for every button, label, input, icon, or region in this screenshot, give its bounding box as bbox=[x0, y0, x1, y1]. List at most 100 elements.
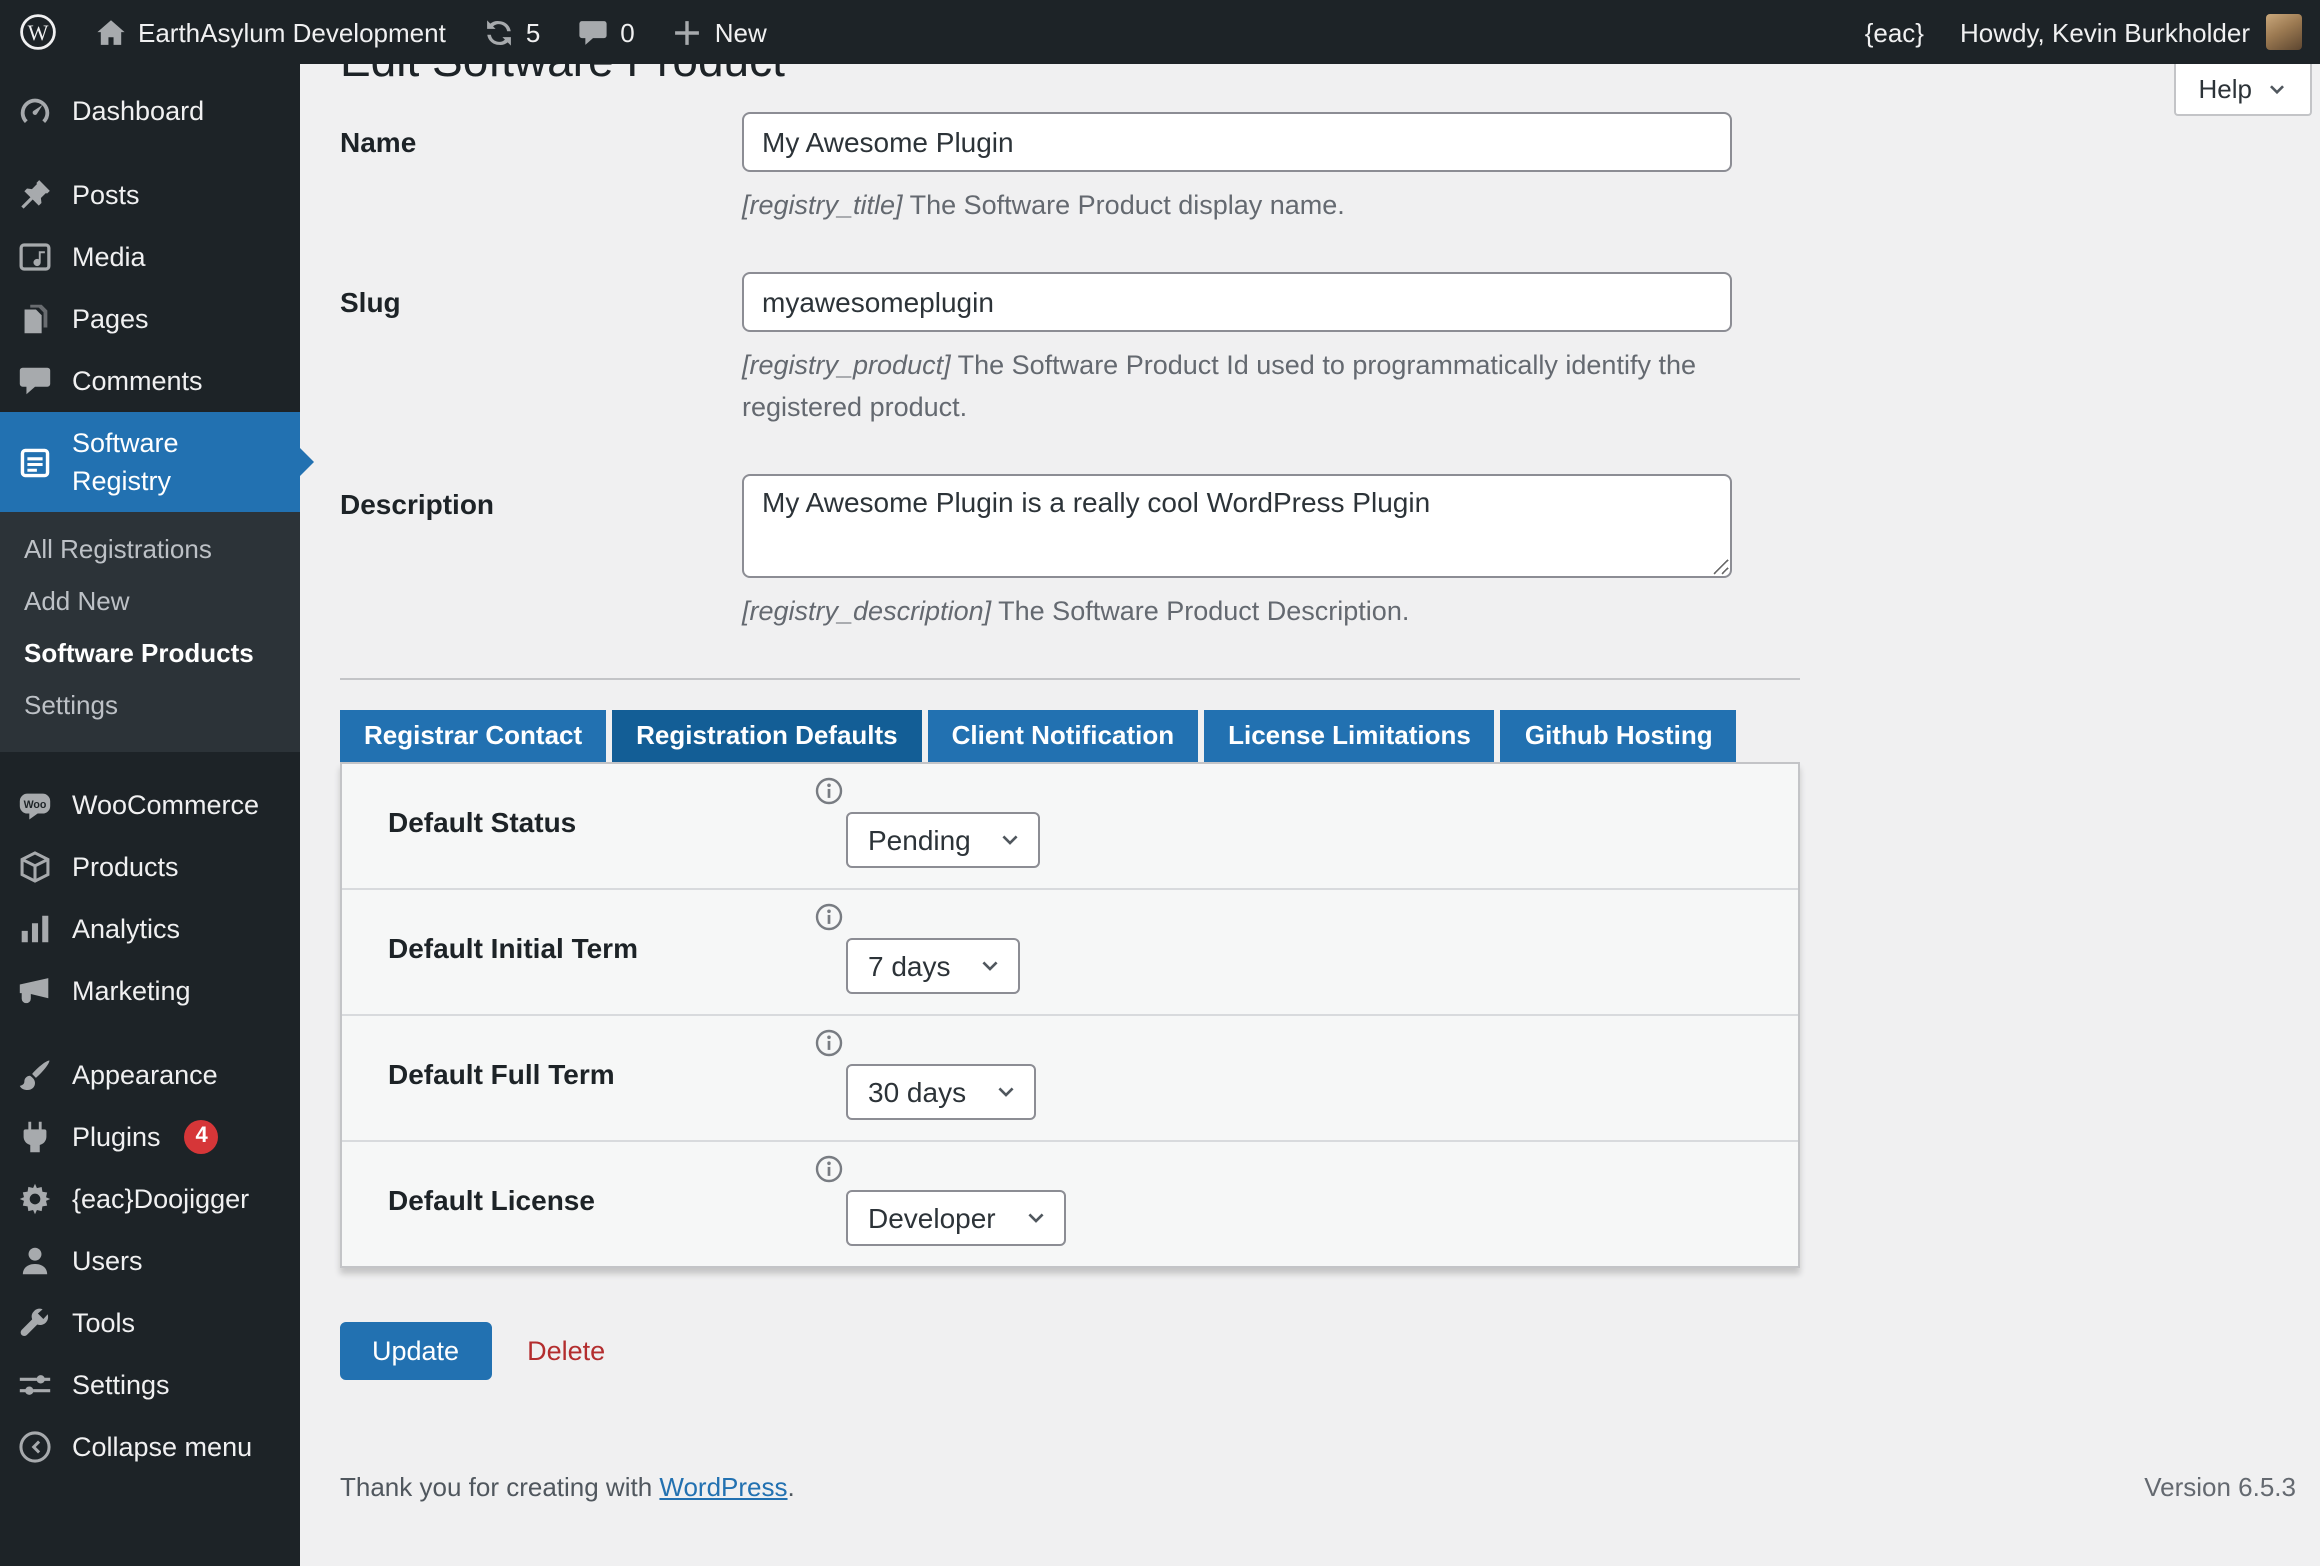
tab-license-limitations[interactable]: License Limitations bbox=[1204, 710, 1495, 762]
sidebar-item-users[interactable]: Users bbox=[0, 1230, 300, 1292]
products-box-icon bbox=[16, 848, 54, 886]
default-full-term-select[interactable]: 30 days bbox=[846, 1064, 1037, 1120]
sidebar-item-plugins[interactable]: Plugins 4 bbox=[0, 1106, 300, 1168]
info-icon[interactable] bbox=[814, 902, 844, 932]
submenu-item-label: Software Products bbox=[24, 638, 254, 668]
name-field-row: Name [registry_title] The Software Produ… bbox=[340, 112, 2296, 227]
sidebar-item-marketing[interactable]: Marketing bbox=[0, 960, 300, 1022]
sidebar-item-tools[interactable]: Tools bbox=[0, 1292, 300, 1354]
doojigger-gear-icon bbox=[16, 1180, 54, 1218]
tab-registration-defaults[interactable]: Registration Defaults bbox=[612, 710, 922, 762]
help-label: Help bbox=[2198, 74, 2253, 104]
admin-bar-left: W EarthAsylum Development 5 0 New bbox=[0, 0, 785, 64]
tab-client-notification[interactable]: Client Notification bbox=[927, 710, 1199, 762]
sidebar-item-appearance[interactable]: Appearance bbox=[0, 1044, 300, 1106]
default-status-select[interactable]: Pending bbox=[846, 812, 1041, 868]
default-initial-term-field: 7 days bbox=[815, 902, 1750, 994]
collapse-menu-button[interactable]: Collapse menu bbox=[0, 1416, 300, 1478]
my-account-menu[interactable]: Howdy, Kevin Burkholder bbox=[1942, 0, 2320, 64]
submenu-item-label: Add New bbox=[24, 586, 130, 616]
site-name-link[interactable]: EarthAsylum Development bbox=[76, 0, 464, 64]
sidebar-item-label: Marketing bbox=[72, 976, 191, 1006]
tab-github-hosting[interactable]: Github Hosting bbox=[1500, 710, 1737, 762]
sidebar-item-posts[interactable]: Posts bbox=[0, 164, 300, 226]
description-field-row: Description My Awesome Plugin is a reall… bbox=[340, 473, 2296, 633]
default-full-term-label: Default Full Term bbox=[388, 1058, 615, 1090]
sidebar-item-label: Tools bbox=[72, 1308, 136, 1338]
sidebar-item-products[interactable]: Products bbox=[0, 836, 300, 898]
collapse-arrow-icon bbox=[16, 1428, 54, 1466]
sidebar-item-settings[interactable]: Settings bbox=[0, 1354, 300, 1416]
default-initial-term-select[interactable]: 7 days bbox=[846, 938, 1021, 994]
info-icon[interactable] bbox=[814, 1154, 844, 1184]
slug-field-row: Slug [registry_product] The Software Pro… bbox=[340, 272, 2296, 428]
sidebar-item-label: {eac}Doojigger bbox=[72, 1184, 250, 1214]
updates-icon bbox=[482, 15, 516, 49]
eac-menu[interactable]: {eac} bbox=[1847, 0, 1942, 64]
slug-input[interactable] bbox=[742, 272, 1732, 333]
update-button[interactable]: Update bbox=[340, 1322, 492, 1380]
posts-pin-icon bbox=[16, 176, 54, 214]
sidebar-item-dashboard[interactable]: Dashboard bbox=[0, 80, 300, 142]
tab-registrar-contact[interactable]: Registrar Contact bbox=[340, 710, 607, 762]
sidebar-item-label: Collapse menu bbox=[72, 1432, 253, 1462]
name-label: Name bbox=[340, 126, 417, 158]
default-status-label: Default Status bbox=[388, 806, 577, 838]
sidebar-item-pages[interactable]: Pages bbox=[0, 288, 300, 350]
help-tab[interactable]: Help bbox=[2174, 64, 2312, 116]
updates-link[interactable]: 5 bbox=[464, 0, 558, 64]
sidebar-item-eac-doojigger[interactable]: {eac}Doojigger bbox=[0, 1168, 300, 1230]
slug-hint: [registry_product] The Software Product … bbox=[742, 350, 1696, 422]
default-status-row: Default Status Pending bbox=[342, 764, 1798, 888]
submenu-item-add-new[interactable]: Add New bbox=[0, 576, 300, 628]
description-hint: [registry_description] The Software Prod… bbox=[742, 595, 1410, 626]
name-input[interactable] bbox=[742, 112, 1732, 172]
default-full-term-row: Default Full Term 30 days bbox=[342, 1014, 1798, 1140]
sidebar-item-media[interactable]: Media bbox=[0, 226, 300, 288]
settings-tabs: Registrar Contact Registration Defaults … bbox=[340, 710, 1800, 762]
chevron-down-icon bbox=[2266, 78, 2288, 100]
admin-menu-sidebar: Dashboard Posts Media Pages Comments Sof… bbox=[0, 64, 314, 1566]
eac-label: {eac} bbox=[1864, 17, 1924, 47]
delete-link[interactable]: Delete bbox=[527, 1336, 605, 1366]
name-hint: [registry_title] The Software Product di… bbox=[742, 190, 1345, 220]
sidebar-item-label: Dashboard bbox=[72, 96, 205, 126]
submenu-item-settings[interactable]: Settings bbox=[0, 680, 300, 732]
sidebar-item-label: Media bbox=[72, 242, 146, 272]
home-icon bbox=[94, 15, 128, 49]
description-field: My Awesome Plugin is a really cool WordP… bbox=[742, 473, 2296, 633]
info-icon[interactable] bbox=[814, 1028, 844, 1058]
appearance-brush-icon bbox=[16, 1056, 54, 1094]
submenu-item-all-registrations[interactable]: All Registrations bbox=[0, 524, 300, 576]
sidebar-item-label: Analytics bbox=[72, 914, 181, 944]
footer-version: Version 6.5.3 bbox=[2144, 1472, 2296, 1502]
wp-logo-menu[interactable]: W bbox=[0, 0, 76, 64]
howdy-text: Howdy, Kevin Burkholder bbox=[1960, 17, 2250, 47]
sidebar-item-woocommerce[interactable]: Woo WooCommerce bbox=[0, 774, 300, 836]
sidebar-item-comments[interactable]: Comments bbox=[0, 350, 300, 412]
chevron-down-icon bbox=[999, 828, 1023, 852]
default-license-row: Default License Developer bbox=[342, 1140, 1798, 1266]
site-name: EarthAsylum Development bbox=[138, 17, 446, 47]
plugins-plug-icon bbox=[16, 1118, 54, 1156]
description-textarea[interactable]: My Awesome Plugin is a really cool WordP… bbox=[742, 473, 1732, 578]
menu-separator bbox=[0, 752, 300, 774]
submenu-item-software-products[interactable]: Software Products bbox=[0, 628, 300, 680]
submenu-item-label: Settings bbox=[24, 690, 118, 720]
wordpress-admin: W EarthAsylum Development 5 0 New {eac} … bbox=[0, 0, 2320, 1566]
pages-icon bbox=[16, 300, 54, 338]
sidebar-item-software-registry[interactable]: Software Registry bbox=[0, 412, 314, 512]
software-registry-submenu: All Registrations Add New Software Produ… bbox=[0, 512, 300, 752]
wordpress-link[interactable]: WordPress bbox=[659, 1472, 787, 1502]
new-content-menu[interactable]: New bbox=[653, 0, 785, 64]
info-icon[interactable] bbox=[814, 776, 844, 806]
slug-field: [registry_product] The Software Product … bbox=[742, 272, 2296, 428]
admin-bar: W EarthAsylum Development 5 0 New {eac} … bbox=[0, 0, 2320, 64]
plus-icon bbox=[671, 15, 705, 49]
sidebar-item-label: Settings bbox=[72, 1370, 170, 1400]
sidebar-item-analytics[interactable]: Analytics bbox=[0, 898, 300, 960]
menu-separator bbox=[0, 142, 300, 164]
comments-link[interactable]: 0 bbox=[558, 0, 652, 64]
default-license-select[interactable]: Developer bbox=[846, 1190, 1066, 1246]
admin-bar-right: {eac} Howdy, Kevin Burkholder bbox=[1847, 0, 2320, 64]
